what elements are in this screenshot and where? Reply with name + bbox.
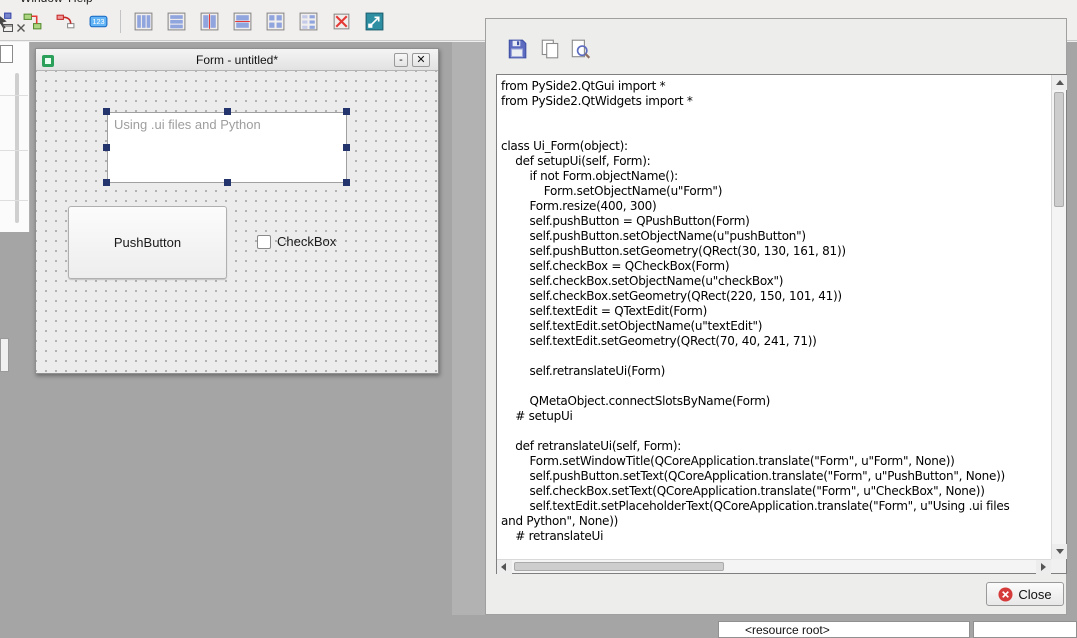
- toolbar-separator: [120, 10, 121, 33]
- form-window-title: Form - untitled*: [36, 53, 438, 67]
- layout-vertical-splitter-icon[interactable]: [232, 11, 253, 32]
- dock-close-icon[interactable]: [15, 21, 27, 33]
- mdi-edge-strip: [452, 42, 485, 615]
- scroll-left-icon[interactable]: [497, 560, 512, 574]
- adjust-size-icon[interactable]: [364, 11, 385, 32]
- code-preview-dialog: from PySide2.QtGui import * from PySide2…: [485, 18, 1067, 615]
- close-circle-icon: [998, 587, 1013, 602]
- horizontal-scroll-thumb[interactable]: [514, 562, 724, 571]
- edit-tab-order-icon[interactable]: 123: [88, 11, 109, 32]
- scroll-down-icon[interactable]: [1052, 544, 1067, 559]
- widget-box-separator: [0, 95, 28, 96]
- form-minimize-button[interactable]: -: [394, 53, 408, 67]
- close-button-label: Close: [1018, 587, 1051, 602]
- menu-window[interactable]: Window: [20, 0, 63, 5]
- code-horizontal-scrollbar[interactable]: [497, 559, 1051, 573]
- widget-box-separator: [0, 200, 28, 201]
- widget-box-separator: [0, 150, 28, 151]
- checkbox-indicator[interactable]: [257, 235, 271, 249]
- selection-handle-bottom-right[interactable]: [343, 179, 350, 186]
- scroll-right-icon[interactable]: [1036, 560, 1051, 574]
- edit-buddies-icon[interactable]: [55, 11, 76, 32]
- designer-checkbox[interactable]: CheckBox: [257, 234, 336, 249]
- layout-grid-icon[interactable]: [265, 11, 286, 32]
- form-designer-window: Form - untitled* - ✕ Using .ui files and…: [35, 48, 439, 374]
- checkbox-label: CheckBox: [277, 234, 336, 249]
- copy-icon[interactable]: [539, 38, 561, 60]
- code-view[interactable]: from PySide2.QtGui import * from PySide2…: [496, 74, 1067, 574]
- resource-panel-fragment: [973, 621, 1077, 638]
- widget-box-panel: [0, 42, 30, 232]
- scroll-up-icon[interactable]: [1052, 75, 1067, 90]
- resource-root-item[interactable]: <resource root>: [718, 621, 970, 638]
- panel-fragment: [0, 338, 9, 372]
- code-vertical-scrollbar[interactable]: [1051, 75, 1066, 559]
- svg-text:123: 123: [92, 17, 104, 26]
- break-layout-icon[interactable]: [331, 11, 352, 32]
- selection-handle-top-middle[interactable]: [224, 108, 231, 115]
- form-close-button[interactable]: ✕: [412, 53, 430, 67]
- scrollbar-corner: [1051, 559, 1066, 573]
- textedit-placeholder: Using .ui files and Python: [108, 113, 346, 136]
- close-button[interactable]: Close: [986, 582, 1064, 606]
- selection-handle-top-left[interactable]: [103, 108, 110, 115]
- selection-handle-top-right[interactable]: [343, 108, 350, 115]
- layout-vertically-icon[interactable]: [166, 11, 187, 32]
- generated-code[interactable]: from PySide2.QtGui import * from PySide2…: [501, 79, 1050, 555]
- selection-handle-middle-left[interactable]: [103, 144, 110, 151]
- menu-help[interactable]: Help: [68, 0, 93, 5]
- widget-box-filter-input[interactable]: [0, 45, 13, 63]
- layout-horizontally-icon[interactable]: [133, 11, 154, 32]
- resource-root-label: <resource root>: [719, 622, 969, 637]
- selection-handle-middle-right[interactable]: [343, 144, 350, 151]
- save-icon[interactable]: [506, 38, 528, 60]
- find-icon[interactable]: [569, 38, 591, 60]
- layout-form-icon[interactable]: [298, 11, 319, 32]
- selection-handle-bottom-middle[interactable]: [224, 179, 231, 186]
- form-window-titlebar[interactable]: Form - untitled* - ✕: [36, 49, 438, 71]
- dock-float-icon[interactable]: [2, 21, 14, 33]
- layout-horizontal-splitter-icon[interactable]: [199, 11, 220, 32]
- vertical-scroll-thumb[interactable]: [1054, 92, 1064, 207]
- designer-textedit[interactable]: Using .ui files and Python: [107, 112, 347, 183]
- selection-handle-bottom-left[interactable]: [103, 179, 110, 186]
- designer-pushbutton[interactable]: PushButton: [68, 206, 227, 279]
